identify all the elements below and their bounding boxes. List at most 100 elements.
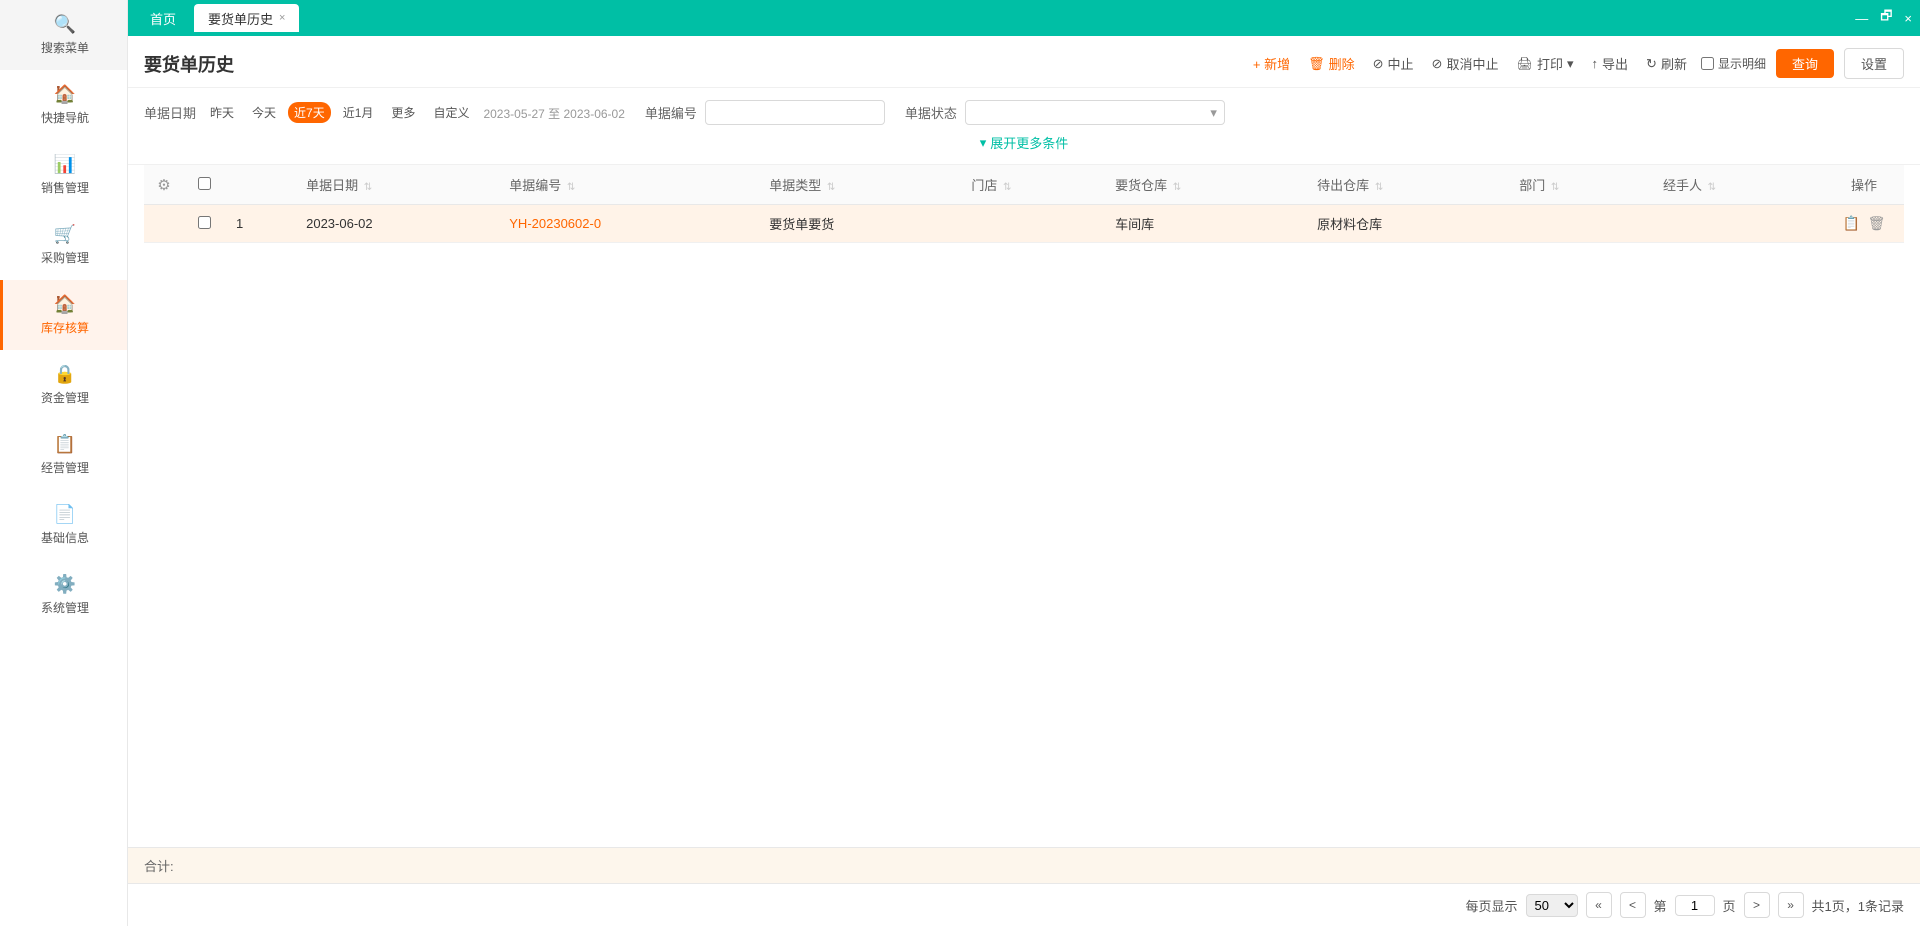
tab-home[interactable]: 首页 [136, 4, 190, 32]
page-number-input[interactable] [1675, 895, 1715, 916]
total-info: 共1页，1条记录 [1812, 896, 1904, 915]
col-checkbox[interactable] [184, 165, 224, 205]
table-area: ⚙ 单据日期 ⇅ 单据编号 ⇅ [128, 165, 1920, 847]
row-no-cell[interactable]: YH-20230602-0 [497, 205, 757, 243]
row-handler-cell [1651, 205, 1824, 243]
date-shortcut-7days[interactable]: 近7天 [288, 102, 331, 123]
export-icon: ↑ [1592, 56, 1599, 71]
col-settings[interactable]: ⚙ [144, 165, 184, 205]
expand-more-icon: ▾ [980, 135, 987, 151]
table-settings-icon[interactable]: ⚙ [157, 176, 170, 194]
export-button[interactable]: ↑ 导出 [1588, 52, 1633, 75]
type-sort-icon: ⇅ [827, 182, 835, 193]
delete-button[interactable]: 🗑 删除 [1304, 52, 1359, 75]
sidebar-item-inventory[interactable]: 🏠 库存核算 [0, 280, 127, 350]
expand-more-label: 展开更多条件 [990, 133, 1068, 152]
query-button[interactable]: 查询 [1776, 49, 1834, 78]
sidebar-item-purchase-mgmt[interactable]: 🛒 采购管理 [0, 210, 127, 280]
print-dropdown-icon: ▾ [1567, 56, 1574, 72]
search-icon: 🔍 [54, 14, 76, 35]
table-header-row: ⚙ 单据日期 ⇅ 单据编号 ⇅ [144, 165, 1904, 205]
tab-bar-right: — 🗗 × [1855, 7, 1912, 29]
row-checkbox[interactable] [198, 216, 211, 229]
date-shortcuts: 昨天 今天 近7天 近1月 更多 自定义 [204, 102, 475, 123]
order-no-label: 单据编号 [645, 103, 697, 122]
new-button-label: + 新增 [1253, 54, 1290, 73]
window-restore-btn[interactable]: 🗗 [1880, 7, 1892, 29]
refresh-button[interactable]: ↻ 刷新 [1642, 52, 1691, 75]
window-minimize-btn[interactable]: — [1855, 11, 1868, 26]
toolbar: + 新增 🗑 删除 ⊘ 中止 ⊘ 取消中止 🖨 打印 ▾ [1249, 48, 1904, 79]
pagination-bar: 每页显示 20 50 100 « < 第 页 > » 共1页，1条记录 [128, 883, 1920, 926]
row-store-cell [959, 205, 1103, 243]
pending-warehouse-sort-icon: ⇅ [1375, 182, 1383, 193]
row-edit-icon[interactable]: 📋 [1843, 215, 1860, 231]
col-ops-header: 操作 [1824, 165, 1904, 205]
sidebar-label-finance-mgmt: 资金管理 [41, 389, 89, 406]
doc-icon: 📄 [54, 504, 76, 525]
col-type-header[interactable]: 单据类型 ⇅ [757, 165, 959, 205]
date-shortcut-more[interactable]: 更多 [385, 102, 421, 123]
page-header: 要货单历史 + 新增 🗑 删除 ⊘ 中止 ⊘ 取消中止 🖨 [128, 36, 1920, 88]
sidebar-item-ops-mgmt[interactable]: 📋 经营管理 [0, 420, 127, 490]
tab-bar: 首页 要货单历史 × — 🗗 × [128, 0, 1920, 36]
row-no-link[interactable]: YH-20230602-0 [509, 216, 601, 231]
expand-more-btn[interactable]: ▾ 展开更多条件 [144, 133, 1904, 152]
col-date-header[interactable]: 单据日期 ⇅ [294, 165, 497, 205]
col-store-header[interactable]: 门店 ⇅ [959, 165, 1103, 205]
display-detail-checkbox[interactable] [1701, 57, 1714, 70]
sidebar-item-search-menu[interactable]: 🔍 搜索菜单 [0, 0, 127, 70]
tab-close-icon[interactable]: × [279, 12, 285, 24]
print-button[interactable]: 🖨 打印 ▾ [1512, 52, 1577, 75]
tab-active[interactable]: 要货单历史 × [194, 4, 299, 32]
lock-icon: 🔒 [54, 364, 76, 385]
row-index-cell: 1 [224, 205, 294, 243]
chart-icon: 📊 [54, 154, 76, 175]
date-sort-icon: ⇅ [364, 182, 372, 193]
last-page-btn[interactable]: » [1778, 892, 1804, 918]
settings-button[interactable]: 设置 [1844, 48, 1904, 79]
date-shortcut-yesterday[interactable]: 昨天 [204, 102, 240, 123]
tab-home-label: 首页 [150, 9, 176, 28]
print-button-label: 打印 [1537, 54, 1563, 73]
dept-sort-icon: ⇅ [1551, 182, 1559, 193]
order-no-input[interactable] [705, 100, 885, 125]
sidebar-item-quick-nav[interactable]: 🏠 快捷导航 [0, 70, 127, 140]
sidebar-label-inventory: 库存核算 [41, 319, 89, 336]
next-page-btn[interactable]: > [1744, 892, 1770, 918]
col-handler-header[interactable]: 经手人 ⇅ [1651, 165, 1824, 205]
date-shortcut-today[interactable]: 今天 [246, 102, 282, 123]
first-page-btn[interactable]: « [1586, 892, 1612, 918]
col-dept-header[interactable]: 部门 ⇅ [1507, 165, 1651, 205]
sidebar-label-search-menu: 搜索菜单 [41, 39, 89, 56]
col-req-warehouse-header[interactable]: 要货仓库 ⇅ [1103, 165, 1305, 205]
stop-button[interactable]: ⊘ 中止 [1369, 52, 1418, 75]
prev-page-btn[interactable]: < [1620, 892, 1646, 918]
print-icon: 🖨 [1516, 56, 1533, 72]
sidebar: 🔍 搜索菜单 🏠 快捷导航 📊 销售管理 🛒 采购管理 🏠 库存核算 🔒 资金管… [0, 0, 128, 926]
date-shortcut-1month[interactable]: 近1月 [337, 102, 380, 123]
page-label: 第 [1654, 896, 1667, 915]
sidebar-item-basic-info[interactable]: 📄 基础信息 [0, 490, 127, 560]
col-no-header[interactable]: 单据编号 ⇅ [497, 165, 757, 205]
sidebar-item-sys-mgmt[interactable]: ⚙️ 系统管理 [0, 560, 127, 630]
stop-button-label: 中止 [1388, 54, 1414, 73]
window-close-btn[interactable]: × [1904, 11, 1912, 26]
select-all-checkbox[interactable] [198, 177, 211, 190]
display-detail-toggle[interactable]: 显示明细 [1701, 55, 1766, 72]
row-delete-icon[interactable]: 🗑 [1868, 215, 1886, 231]
cancel-stop-button[interactable]: ⊘ 取消中止 [1428, 52, 1503, 75]
stop-icon: ⊘ [1373, 56, 1384, 72]
new-button[interactable]: + 新增 [1249, 52, 1294, 75]
status-input[interactable] [965, 100, 1225, 125]
sidebar-label-quick-nav: 快捷导航 [41, 109, 89, 126]
per-page-select[interactable]: 20 50 100 [1526, 894, 1578, 917]
content-area: 要货单历史 + 新增 🗑 删除 ⊘ 中止 ⊘ 取消中止 🖨 [128, 36, 1920, 926]
col-pending-warehouse-header[interactable]: 待出仓库 ⇅ [1305, 165, 1507, 205]
row-checkbox-cell[interactable] [184, 205, 224, 243]
date-shortcut-custom[interactable]: 自定义 [427, 102, 475, 123]
status-filter-group: 单据状态 ▾ [905, 100, 1212, 125]
sidebar-item-sales-mgmt[interactable]: 📊 销售管理 [0, 140, 127, 210]
sidebar-item-finance-mgmt[interactable]: 🔒 资金管理 [0, 350, 127, 420]
main-area: 首页 要货单历史 × — 🗗 × 要货单历史 + 新增 🗑 删除 [128, 0, 1920, 926]
